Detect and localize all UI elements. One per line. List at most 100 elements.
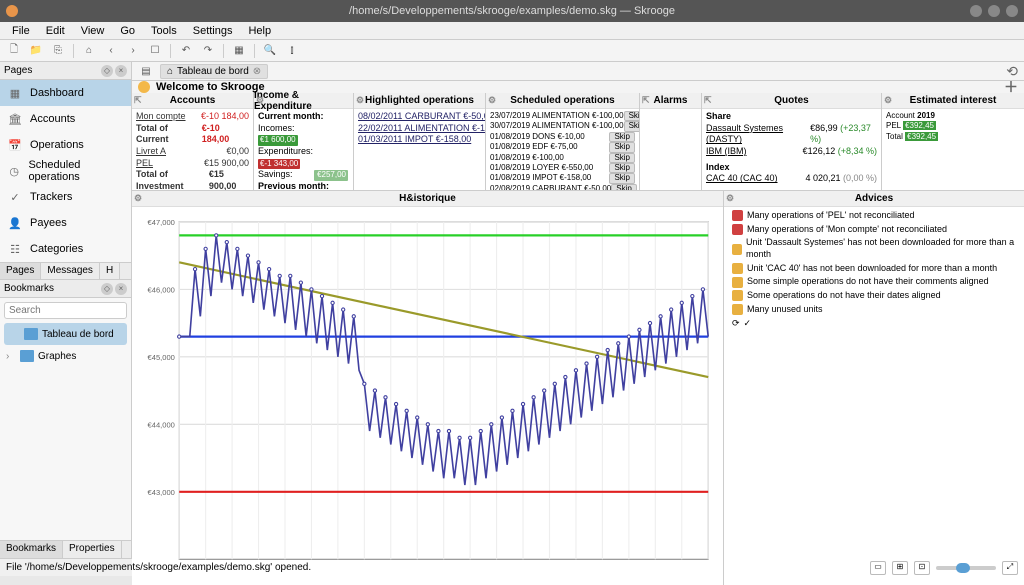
advice-row[interactable]: Many unused units <box>728 303 1020 317</box>
bottom-tab-properties[interactable]: Properties <box>63 541 122 558</box>
undo-button[interactable]: ↶ <box>176 42 196 60</box>
widget-quotes: ⇱Quotes ShareDassault Systemes (DASTY)€8… <box>702 93 882 190</box>
widget-menu-icon[interactable]: ⚙ <box>488 95 496 106</box>
widget-income: ⚙Income & Expenditure Current month:Inco… <box>254 93 354 190</box>
panel-close-icon[interactable]: × <box>115 65 127 77</box>
person-icon: 👤 <box>8 216 22 230</box>
subtab-messages[interactable]: Messages <box>41 263 100 279</box>
back-button[interactable]: ‹ <box>101 42 121 60</box>
widget-menu-icon[interactable]: ⇱ <box>134 95 142 106</box>
tab-close-icon[interactable]: ⊗ <box>253 66 261 77</box>
widget-menu-icon[interactable]: ⚙ <box>356 95 364 106</box>
skip-button[interactable]: Skip <box>609 132 635 142</box>
bookmarks-panel-header: Bookmarks ◇× <box>0 280 131 298</box>
tab-list-icon[interactable]: ▤ <box>136 62 156 80</box>
home-button[interactable]: ⌂ <box>79 42 99 60</box>
open-button[interactable]: 📁 <box>26 42 46 60</box>
status-btn-1[interactable]: ▭ <box>870 561 886 575</box>
status-btn-3[interactable]: ⊡ <box>914 561 930 575</box>
skip-button[interactable]: Skip <box>609 153 635 163</box>
save-button[interactable]: ⎘ <box>48 42 68 60</box>
widget-title: Highlighted operations <box>365 95 474 106</box>
new-file-button[interactable]: 🗋 <box>4 42 24 60</box>
close-button[interactable] <box>1006 5 1018 17</box>
svg-text:€46,000: €46,000 <box>148 286 175 295</box>
status-btn-2[interactable]: ⊞ <box>892 561 908 575</box>
skip-button[interactable]: Skip <box>609 173 635 183</box>
scheduled-op: 30/07/2019 ALIMENTATION €-100,00Skip <box>490 121 635 131</box>
search-icon[interactable]: 🔍 <box>260 42 280 60</box>
bookmarks-float-icon[interactable]: ◇ <box>101 283 113 295</box>
refresh-icon[interactable]: ⟳ <box>732 318 740 330</box>
bookmark-button[interactable]: ☐ <box>145 42 165 60</box>
scheduled-op: 01/08/2019 EDF €-75,00Skip <box>490 142 635 152</box>
account-row[interactable]: PEL€15 900,00 <box>136 158 249 170</box>
account-row[interactable]: Mon compte€-10 184,00 <box>136 111 249 123</box>
folder-icon <box>24 328 38 340</box>
widget-menu-icon[interactable]: ⚙ <box>256 95 264 106</box>
check-icon[interactable]: ✓ <box>744 318 752 330</box>
highlighted-op[interactable]: 08/02/2011 CARBURANT €-50,00 <box>358 111 481 123</box>
sidebar-item-dashboard[interactable]: ▦Dashboard <box>0 80 131 106</box>
bulb-icon <box>138 81 150 93</box>
bookmark-search-input[interactable] <box>4 302 127 319</box>
widget-menu-icon[interactable]: ⚙ <box>884 95 892 106</box>
menu-help[interactable]: Help <box>240 25 279 37</box>
skip-button[interactable]: Skip <box>609 163 635 173</box>
subtab-pages[interactable]: Pages <box>0 263 41 279</box>
account-row: Total of Current€-10 184,00 <box>136 123 249 146</box>
menu-view[interactable]: View <box>73 25 113 37</box>
sidebar-item-operations[interactable]: 📅Operations <box>0 132 131 158</box>
advice-red-icon <box>732 210 743 221</box>
status-btn-4[interactable]: ⤢ <box>1002 561 1018 575</box>
advice-row[interactable]: Unit 'Dassault Systemes' has not been do… <box>728 236 1020 261</box>
advice-row[interactable]: Some simple operations do not have their… <box>728 275 1020 289</box>
menu-settings[interactable]: Settings <box>185 25 241 37</box>
bottom-tab-bookmarks[interactable]: Bookmarks <box>0 541 63 558</box>
forward-button[interactable]: › <box>123 42 143 60</box>
sidebar-item-accounts[interactable]: 🏛Accounts <box>0 106 131 132</box>
bookmark-tableau-de-bord[interactable]: Tableau de bord <box>4 323 127 345</box>
scheduled-op: 01/08/2019 DONS €-10,00Skip <box>490 132 635 142</box>
sidebar-item-trackers[interactable]: ✓Trackers <box>0 184 131 210</box>
redo-button[interactable]: ↷ <box>198 42 218 60</box>
widget-menu-icon[interactable]: ⚙ <box>134 193 142 204</box>
skip-button[interactable]: Skip <box>609 142 635 152</box>
advice-row[interactable]: Many operations of 'PEL' not reconciliat… <box>728 209 1020 223</box>
minimize-button[interactable] <box>970 5 982 17</box>
widget-highlighted: ⚙Highlighted operations 08/02/2011 CARBU… <box>354 93 486 190</box>
menu-edit[interactable]: Edit <box>38 25 73 37</box>
maximize-button[interactable] <box>988 5 1000 17</box>
widget-title: Quotes <box>774 95 808 106</box>
panel-float-icon[interactable]: ◇ <box>101 65 113 77</box>
skip-button[interactable]: Skip <box>624 121 639 131</box>
menu-go[interactable]: Go <box>112 25 143 37</box>
widget-menu-icon[interactable]: ⇱ <box>642 95 650 106</box>
menu-file[interactable]: File <box>4 25 38 37</box>
advice-row[interactable]: Many operations of 'Mon compte' not reco… <box>728 223 1020 237</box>
stats-icon[interactable]: ⫾ <box>282 42 302 60</box>
advice-row[interactable]: Unit 'CAC 40' has not been downloaded fo… <box>728 262 1020 276</box>
account-row: Total of Investment€15 900,00 <box>136 169 249 190</box>
bookmark-graphes[interactable]: ›Graphes <box>0 345 131 367</box>
highlighted-op[interactable]: 01/03/2011 IMPOT €-158,00 <box>358 134 481 146</box>
sidebar-item-categories[interactable]: ☷Categories <box>0 236 131 262</box>
widget-title: Advices <box>855 193 893 204</box>
widget-menu-icon[interactable]: ⇱ <box>704 95 712 106</box>
scheduled-op: 01/08/2019 IMPOT €-158,00Skip <box>490 173 635 183</box>
grid-button[interactable]: ▦ <box>229 42 249 60</box>
zoom-slider[interactable] <box>936 566 996 570</box>
sidebar-item-scheduled-operations[interactable]: ◷Scheduled operations <box>0 158 131 184</box>
sidebar-item-payees[interactable]: 👤Payees <box>0 210 131 236</box>
menu-tools[interactable]: Tools <box>143 25 185 37</box>
skip-button[interactable]: Skip <box>611 184 637 190</box>
bookmarks-close-icon[interactable]: × <box>115 283 127 295</box>
advice-row[interactable]: Some operations do not have their dates … <box>728 289 1020 303</box>
account-row[interactable]: Livret A€0,00 <box>136 146 249 158</box>
tab-dashboard[interactable]: ⌂ Tableau de bord ⊗ <box>160 64 268 79</box>
widget-menu-icon[interactable]: ⚙ <box>726 193 734 204</box>
skip-button[interactable]: Skip <box>624 111 639 121</box>
subtab-h[interactable]: H <box>100 263 120 279</box>
house-icon: ⌂ <box>167 66 173 77</box>
highlighted-op[interactable]: 22/02/2011 ALIMENTATION €-100,00 <box>358 123 481 135</box>
